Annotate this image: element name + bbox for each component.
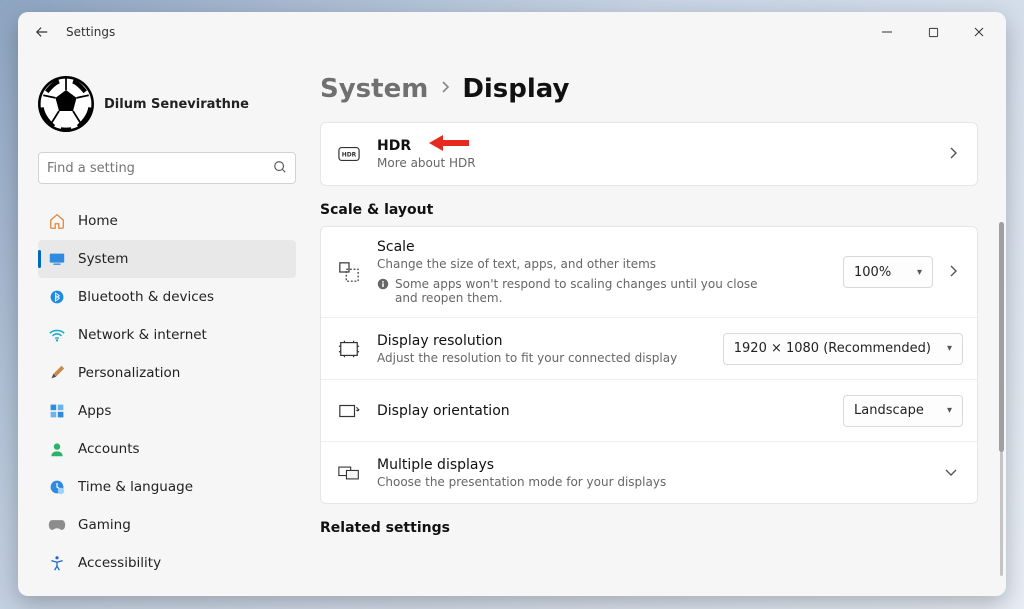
scale-row[interactable]: Scale Change the size of text, apps, and… xyxy=(321,227,977,317)
scrollbar-thumb[interactable] xyxy=(999,222,1004,452)
multiple-displays-icon xyxy=(335,464,363,482)
bluetooth-icon xyxy=(48,289,66,305)
breadcrumb-parent[interactable]: System xyxy=(320,74,428,104)
search-row[interactable] xyxy=(38,152,296,184)
chevron-down-icon: ▾ xyxy=(947,405,952,416)
chevron-down-icon: ▾ xyxy=(947,343,952,354)
sidebar-item-label: Accessibility xyxy=(78,555,161,571)
brush-icon xyxy=(48,364,66,382)
window-controls xyxy=(864,12,1002,52)
sidebar-item-label: Gaming xyxy=(78,517,131,533)
sidebar-item-gaming[interactable]: Gaming xyxy=(38,506,296,544)
breadcrumb-current: Display xyxy=(462,74,569,104)
section-related: Related settings xyxy=(320,520,978,536)
resolution-icon xyxy=(335,338,363,360)
scale-layout-card: Scale Change the size of text, apps, and… xyxy=(320,226,978,504)
resolution-title: Display resolution xyxy=(377,333,723,349)
chevron-right-icon xyxy=(440,81,450,97)
annotation-arrow-icon xyxy=(429,133,469,153)
sidebar-item-label: Network & internet xyxy=(78,327,207,343)
sidebar-item-accounts[interactable]: Accounts xyxy=(38,430,296,468)
apps-icon xyxy=(48,403,66,419)
sidebar-item-apps[interactable]: Apps xyxy=(38,392,296,430)
accounts-icon xyxy=(48,441,66,457)
avatar xyxy=(38,76,94,132)
multiple-displays-row[interactable]: Multiple displays Choose the presentatio… xyxy=(321,441,977,503)
sidebar-item-label: Time & language xyxy=(78,479,193,495)
sidebar-item-label: Home xyxy=(78,213,118,229)
nav: Home System Bluetooth & devices xyxy=(38,202,296,582)
window-title: Settings xyxy=(66,25,115,39)
chevron-right-icon xyxy=(943,147,963,162)
accessibility-icon xyxy=(48,555,66,571)
info-icon xyxy=(377,278,389,293)
orientation-row[interactable]: Display orientation Landscape ▾ xyxy=(321,379,977,441)
clock-icon xyxy=(48,479,66,495)
scale-value: 100% xyxy=(854,265,891,280)
soccer-ball-icon xyxy=(38,76,94,132)
hdr-subtitle: More about HDR xyxy=(377,156,943,170)
sidebar-item-personalization[interactable]: Personalization xyxy=(38,354,296,392)
sidebar-item-system[interactable]: System xyxy=(38,240,296,278)
sidebar-item-accessibility[interactable]: Accessibility xyxy=(38,544,296,582)
hdr-card[interactable]: HDR HDR More about HDR xyxy=(320,122,978,186)
sidebar-item-label: Apps xyxy=(78,403,111,419)
scale-subtitle: Change the size of text, apps, and other… xyxy=(377,257,843,271)
orientation-select[interactable]: Landscape ▾ xyxy=(843,395,963,427)
breadcrumb: System Display xyxy=(320,64,978,122)
resolution-value: 1920 × 1080 (Recommended) xyxy=(734,341,931,356)
titlebar: Settings xyxy=(18,12,1006,52)
resolution-select[interactable]: 1920 × 1080 (Recommended) ▾ xyxy=(723,333,963,365)
orientation-title: Display orientation xyxy=(377,403,843,419)
search-input[interactable] xyxy=(47,161,273,176)
sidebar-item-label: Bluetooth & devices xyxy=(78,289,214,305)
sidebar-item-label: Accounts xyxy=(78,441,140,457)
system-icon xyxy=(48,250,66,268)
maximize-button[interactable] xyxy=(910,12,956,52)
hdr-icon: HDR xyxy=(335,146,363,162)
sidebar: Dilum Senevirathne Home xyxy=(18,52,310,596)
minimize-button[interactable] xyxy=(864,12,910,52)
orientation-icon xyxy=(335,401,363,421)
profile-name: Dilum Senevirathne xyxy=(104,97,249,112)
multi-title: Multiple displays xyxy=(377,457,939,473)
sidebar-item-home[interactable]: Home xyxy=(38,202,296,240)
back-button[interactable] xyxy=(22,12,62,52)
orientation-value: Landscape xyxy=(854,403,924,418)
settings-window: Settings xyxy=(18,12,1006,596)
search-icon xyxy=(273,159,287,178)
chevron-down-icon[interactable] xyxy=(939,466,963,480)
close-button[interactable] xyxy=(956,12,1002,52)
wifi-icon xyxy=(48,326,66,344)
sidebar-item-label: System xyxy=(78,251,128,267)
resolution-subtitle: Adjust the resolution to fit your connec… xyxy=(377,351,723,365)
sidebar-item-label: Personalization xyxy=(78,365,180,381)
profile[interactable]: Dilum Senevirathne xyxy=(38,52,296,148)
scale-select[interactable]: 100% ▾ xyxy=(843,256,933,288)
home-icon xyxy=(48,212,66,230)
sidebar-item-bluetooth[interactable]: Bluetooth & devices xyxy=(38,278,296,316)
section-scale-layout: Scale & layout xyxy=(320,202,978,218)
chevron-right-icon[interactable] xyxy=(943,265,963,280)
multi-subtitle: Choose the presentation mode for your di… xyxy=(377,475,939,489)
scale-icon xyxy=(335,261,363,283)
chevron-down-icon: ▾ xyxy=(917,267,922,278)
scale-title: Scale xyxy=(377,239,843,255)
gaming-icon xyxy=(48,518,66,532)
scale-note: Some apps won't respond to scaling chang… xyxy=(395,277,775,305)
svg-text:HDR: HDR xyxy=(342,152,357,159)
body: Dilum Senevirathne Home xyxy=(18,52,1006,596)
sidebar-item-time[interactable]: Time & language xyxy=(38,468,296,506)
sidebar-item-network[interactable]: Network & internet xyxy=(38,316,296,354)
main-content: System Display HDR HDR More about HDR xyxy=(310,52,1006,596)
resolution-row[interactable]: Display resolution Adjust the resolution… xyxy=(321,317,977,379)
